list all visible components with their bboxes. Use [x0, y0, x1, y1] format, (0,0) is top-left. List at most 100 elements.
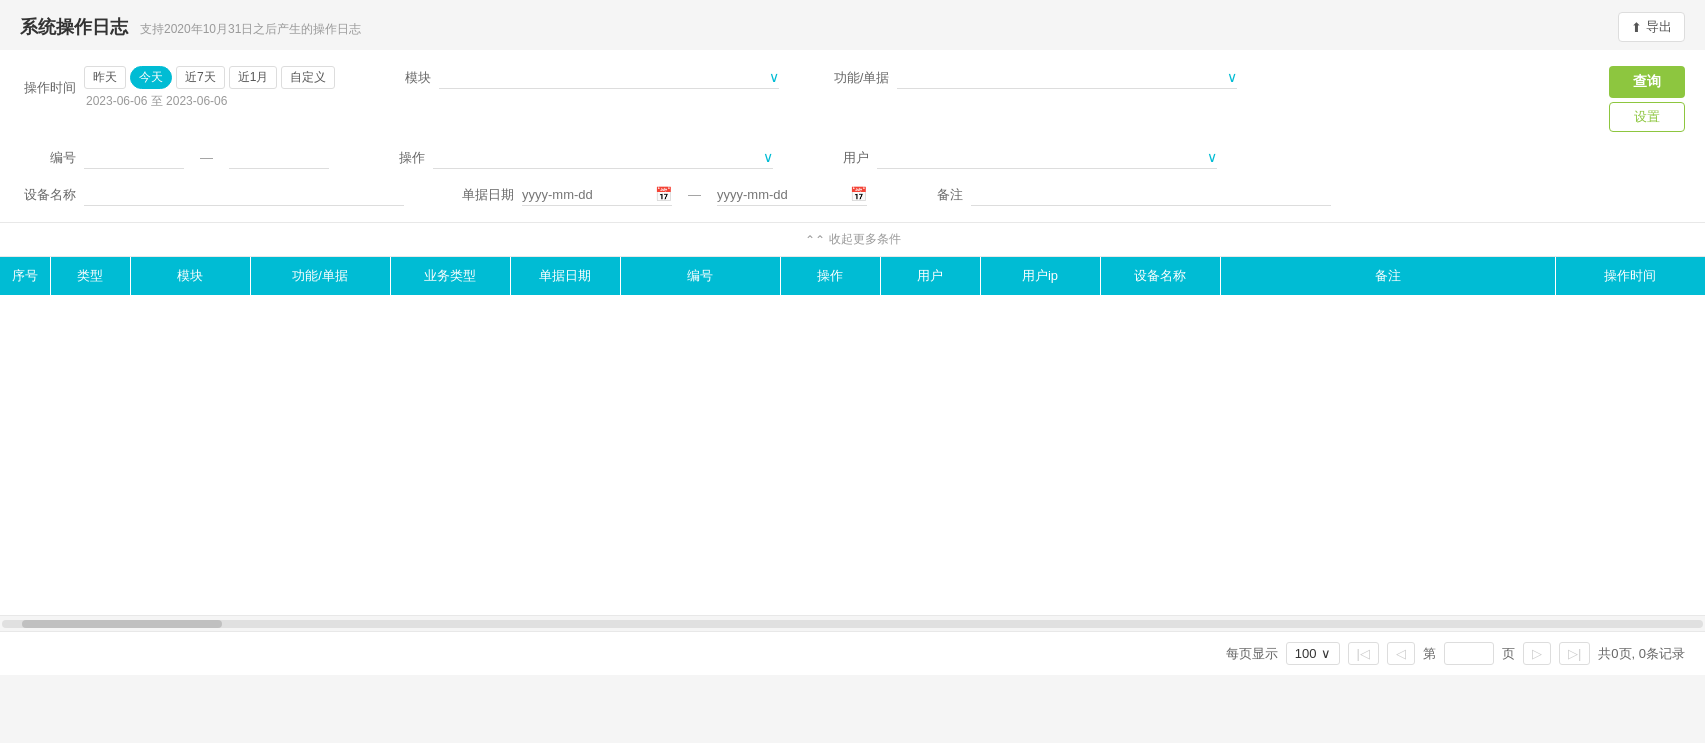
- operation-select[interactable]: ∨: [433, 146, 773, 169]
- table-header: 序号 类型 模块 功能/单据 业务类型 单据日期 编号 操作 用户 用户ip 设…: [0, 257, 1705, 295]
- number-label: 编号: [20, 149, 76, 167]
- col-remark: 备注: [1220, 257, 1555, 295]
- settings-button[interactable]: 设置: [1609, 102, 1685, 132]
- col-user: 用户: [880, 257, 980, 295]
- page-last-button[interactable]: ▷|: [1559, 642, 1590, 665]
- time-filter-item: 操作时间 昨天 今天 近7天 近1月 自定义 2023-06-06 至 2023…: [20, 66, 335, 110]
- scrollbar-thumb[interactable]: [22, 620, 222, 628]
- per-page-select[interactable]: 100 ∨: [1286, 642, 1340, 665]
- device-label: 设备名称: [20, 186, 76, 204]
- date-to-input[interactable]: [717, 187, 850, 202]
- horizontal-scrollbar[interactable]: [0, 615, 1705, 631]
- scrollbar-track[interactable]: [2, 620, 1703, 628]
- export-label: 导出: [1646, 18, 1672, 36]
- calendar-to-icon[interactable]: 📅: [850, 186, 867, 202]
- operation-chevron-icon: ∨: [763, 149, 773, 165]
- collapse-bar[interactable]: ⌃⌃ 收起更多条件: [0, 223, 1705, 257]
- per-page-chevron-icon: ∨: [1321, 646, 1331, 661]
- module-select[interactable]: ∨: [439, 66, 779, 89]
- per-page-value: 100: [1295, 646, 1317, 661]
- time-label: 操作时间: [20, 79, 76, 97]
- remark-filter-item: 备注: [907, 184, 1331, 206]
- col-biz-type: 业务类型: [390, 257, 510, 295]
- user-select[interactable]: ∨: [877, 146, 1217, 169]
- voucher-date-label: 单据日期: [444, 186, 514, 204]
- page-first-button[interactable]: |◁: [1348, 642, 1379, 665]
- function-chevron-icon: ∨: [1227, 69, 1237, 85]
- table-header-row: 序号 类型 模块 功能/单据 业务类型 单据日期 编号 操作 用户 用户ip 设…: [0, 257, 1705, 295]
- module-chevron-icon: ∨: [769, 69, 779, 85]
- time-btn-1month[interactable]: 近1月: [229, 66, 278, 89]
- col-number: 编号: [620, 257, 780, 295]
- time-range: 2023-06-06 至 2023-06-06: [84, 93, 335, 110]
- page-header: 系统操作日志 支持2020年10月31日之后产生的操作日志 ⬆ 导出: [0, 0, 1705, 50]
- operation-filter-item: 操作 ∨: [369, 146, 773, 169]
- col-operation: 操作: [780, 257, 880, 295]
- time-btn-7days[interactable]: 近7天: [176, 66, 225, 89]
- filter-row-3: 设备名称 单据日期 📅 — 📅 备注: [20, 183, 1685, 206]
- data-table: 序号 类型 模块 功能/单据 业务类型 单据日期 编号 操作 用户 用户ip 设…: [0, 257, 1705, 295]
- date-from-wrapper: 📅: [522, 183, 672, 206]
- time-btn-today[interactable]: 今天: [130, 66, 172, 89]
- date-from-input[interactable]: [522, 187, 655, 202]
- user-input[interactable]: [877, 150, 1203, 165]
- operation-label: 操作: [369, 149, 425, 167]
- col-type: 类型: [50, 257, 130, 295]
- number-dash: —: [200, 150, 213, 165]
- page-next-button[interactable]: ▷: [1523, 642, 1551, 665]
- module-input[interactable]: [439, 70, 765, 85]
- table-container: 序号 类型 模块 功能/单据 业务类型 单据日期 编号 操作 用户 用户ip 设…: [0, 257, 1705, 615]
- calendar-from-icon[interactable]: 📅: [655, 186, 672, 202]
- col-user-ip: 用户ip: [980, 257, 1100, 295]
- collapse-icon: ⌃⌃: [805, 233, 825, 247]
- collapse-label: 收起更多条件: [829, 231, 901, 248]
- time-btn-yesterday[interactable]: 昨天: [84, 66, 126, 89]
- per-page-label: 每页显示: [1226, 645, 1278, 663]
- page-input[interactable]: 1: [1444, 642, 1494, 665]
- time-btn-custom[interactable]: 自定义: [281, 66, 335, 89]
- date-dash: —: [688, 187, 701, 202]
- page-container: 系统操作日志 支持2020年10月31日之后产生的操作日志 ⬆ 导出 操作时间 …: [0, 0, 1705, 675]
- col-voucher-date: 单据日期: [510, 257, 620, 295]
- number-filter-item: 编号 —: [20, 147, 329, 169]
- function-input[interactable]: [897, 70, 1223, 85]
- function-select[interactable]: ∨: [897, 66, 1237, 89]
- filter-panel: 操作时间 昨天 今天 近7天 近1月 自定义 2023-06-06 至 2023…: [0, 50, 1705, 223]
- page-title: 系统操作日志: [20, 15, 128, 39]
- remark-input[interactable]: [971, 184, 1331, 206]
- col-device-name: 设备名称: [1100, 257, 1220, 295]
- user-label: 用户: [813, 149, 869, 167]
- page-unit: 页: [1502, 645, 1515, 663]
- number-input-to[interactable]: [229, 147, 329, 169]
- user-chevron-icon: ∨: [1207, 149, 1217, 165]
- device-input[interactable]: [84, 184, 404, 206]
- filter-row-2: 编号 — 操作 ∨ 用户 ∨: [20, 146, 1685, 169]
- page-prev-button[interactable]: ◁: [1387, 642, 1415, 665]
- col-op-time: 操作时间: [1555, 257, 1705, 295]
- user-filter-item: 用户 ∨: [813, 146, 1217, 169]
- operation-input[interactable]: [433, 150, 759, 165]
- date-to-wrapper: 📅: [717, 183, 867, 206]
- remark-label: 备注: [907, 186, 963, 204]
- empty-area: [0, 295, 1705, 615]
- col-module: 模块: [130, 257, 250, 295]
- function-label: 功能/单据: [819, 69, 889, 87]
- module-label: 模块: [375, 69, 431, 87]
- total-info: 共0页, 0条记录: [1598, 645, 1685, 663]
- voucher-date-filter-item: 单据日期 📅 — 📅: [444, 183, 867, 206]
- export-icon: ⬆: [1631, 20, 1642, 35]
- collapse-button[interactable]: ⌃⌃ 收起更多条件: [805, 231, 901, 248]
- action-buttons: 查询 设置: [1609, 66, 1685, 132]
- page-subtitle: 支持2020年10月31日之后产生的操作日志: [140, 21, 361, 38]
- module-filter-item: 模块 ∨: [375, 66, 779, 89]
- device-filter-item: 设备名称: [20, 184, 404, 206]
- query-button[interactable]: 查询: [1609, 66, 1685, 98]
- export-button[interactable]: ⬆ 导出: [1618, 12, 1685, 42]
- filter-row-1: 操作时间 昨天 今天 近7天 近1月 自定义 2023-06-06 至 2023…: [20, 66, 1685, 132]
- number-input-from[interactable]: [84, 147, 184, 169]
- col-function: 功能/单据: [250, 257, 390, 295]
- title-area: 系统操作日志 支持2020年10月31日之后产生的操作日志: [20, 15, 361, 39]
- time-filter-area: 昨天 今天 近7天 近1月 自定义 2023-06-06 至 2023-06-0…: [84, 66, 335, 110]
- function-filter-item: 功能/单据 ∨: [819, 66, 1237, 89]
- page-label: 第: [1423, 645, 1436, 663]
